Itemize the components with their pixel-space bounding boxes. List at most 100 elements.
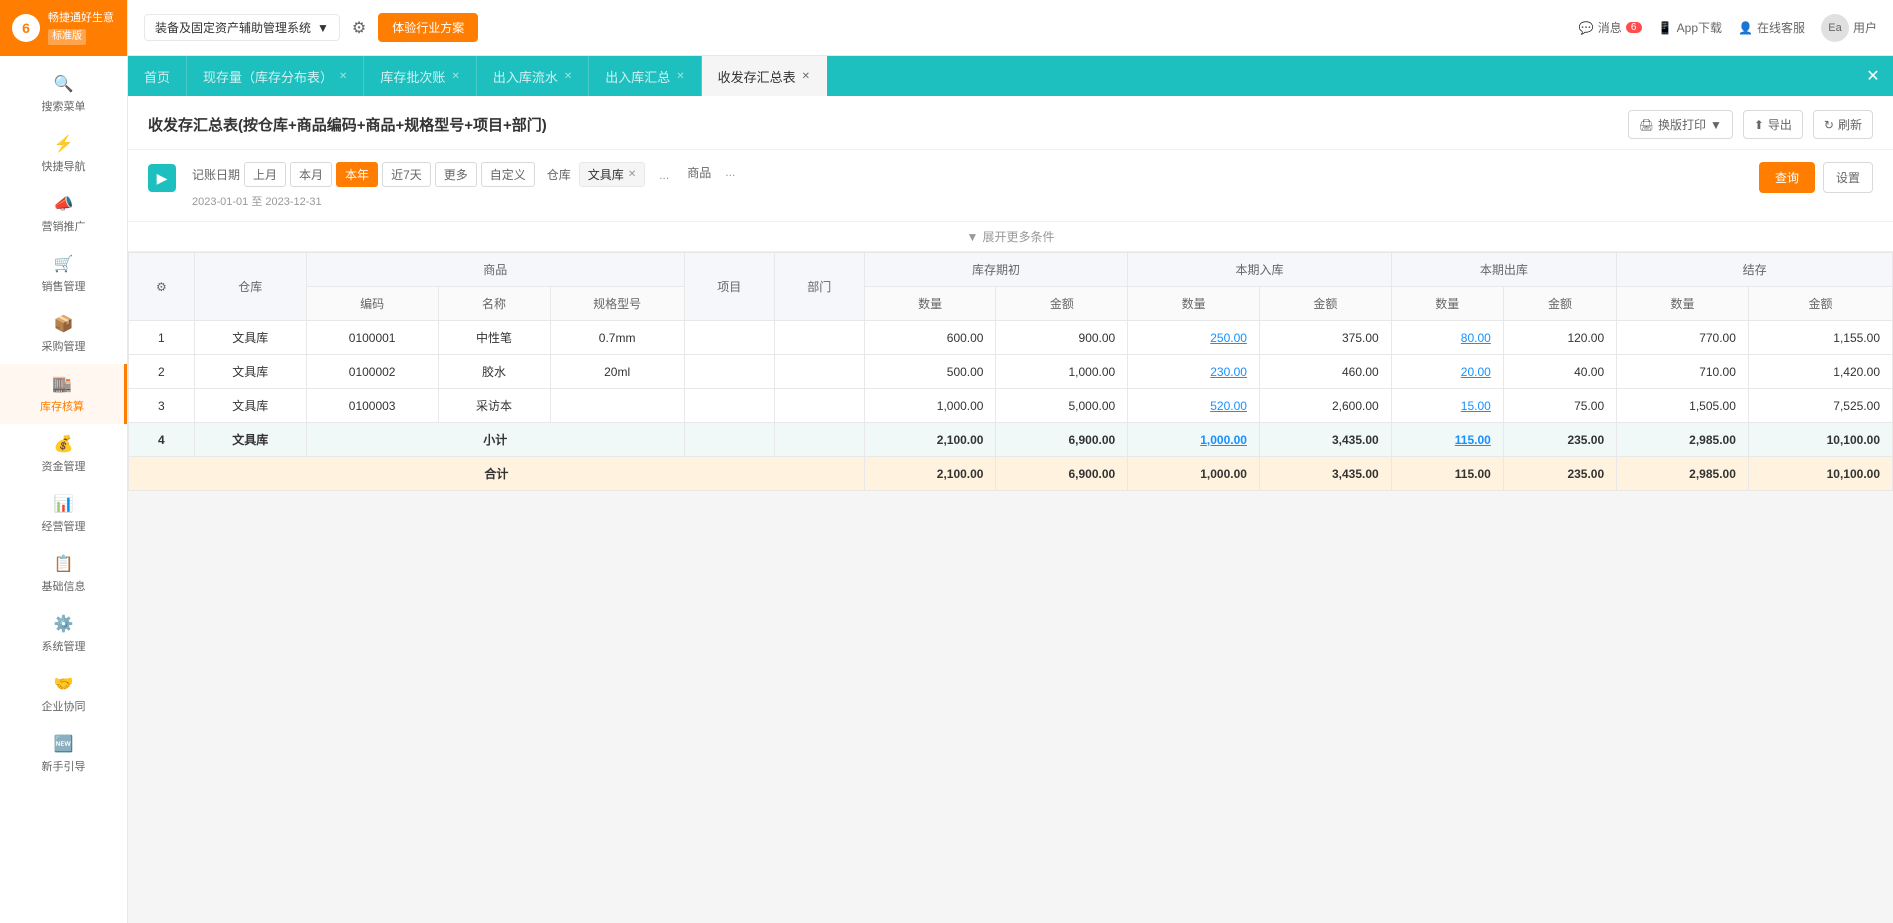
tab-close-icon[interactable]: ✕	[451, 71, 459, 82]
sidebar-item-quicknav[interactable]: ⚡ 快捷导航	[0, 124, 127, 184]
td-subtotal-out-qty[interactable]: 115.00	[1391, 423, 1503, 457]
sidebar-item-label: 资金管理	[42, 458, 86, 474]
td-total-in-amt: 3,435.00	[1259, 457, 1391, 491]
td-total-label: 合计	[129, 457, 865, 491]
td-subtotal-project	[684, 423, 774, 457]
sidebar-item-basic[interactable]: 📋 基础信息	[0, 544, 127, 604]
td-out-qty[interactable]: 20.00	[1391, 355, 1503, 389]
quicknav-icon: ⚡	[54, 134, 74, 154]
td-bal-amt: 7,525.00	[1748, 389, 1892, 423]
sidebar-item-system[interactable]: ⚙️ 系统管理	[0, 604, 127, 664]
tabbar-close-all[interactable]: ✕	[1853, 56, 1893, 96]
td-out-qty[interactable]: 15.00	[1391, 389, 1503, 423]
tab-home[interactable]: 首页	[128, 56, 187, 96]
sidebar-item-finance[interactable]: 💰 资金管理	[0, 424, 127, 484]
warehouse-remove-icon[interactable]: ✕	[628, 169, 636, 180]
sidebar-item-label: 采购管理	[42, 338, 86, 354]
sidebar-item-sales[interactable]: 🛒 销售管理	[0, 244, 127, 304]
tab-close-icon[interactable]: ✕	[676, 71, 684, 82]
expand-more-button[interactable]: ▼ 展开更多条件	[967, 228, 1055, 245]
page: 收发存汇总表(按仓库+商品编码+商品+规格型号+项目+部门) 🖨 换版打印 ▼ …	[128, 96, 1893, 491]
sidebar-item-search[interactable]: 🔍 搜索菜单	[0, 64, 127, 124]
td-out-amt: 40.00	[1503, 355, 1616, 389]
th-project: 项目	[684, 253, 774, 321]
sidebar-item-label: 企业协同	[42, 698, 86, 714]
tab-label: 库存批次账	[380, 67, 445, 86]
main-content: 装备及固定资产辅助管理系统 ▼ ⚙ 体验行业方案 💬 消息 6 📱 App下载 …	[128, 0, 1893, 923]
sidebar-item-enterprise[interactable]: 🤝 企业协同	[0, 664, 127, 724]
system-name-select[interactable]: 装备及固定资产辅助管理系统 ▼	[144, 14, 340, 41]
sidebar-item-guide[interactable]: 🆕 新手引导	[0, 724, 127, 784]
td-in-qty[interactable]: 230.00	[1128, 355, 1260, 389]
sidebar-item-label: 经营管理	[42, 518, 86, 534]
tab-close-icon[interactable]: ✕	[802, 71, 810, 82]
tab-recv-send-summary[interactable]: 收发存汇总表 ✕	[702, 56, 827, 96]
date-btn-7days[interactable]: 近7天	[382, 162, 431, 187]
filter-row: 记账日期 上月 本月 本年 近7天 更多 自定义 2023-01-01 至 20…	[192, 162, 1873, 209]
td-open-amt: 5,000.00	[996, 389, 1128, 423]
filter-expand-button[interactable]: ▶	[148, 164, 176, 192]
message-label: 消息	[1598, 19, 1622, 36]
filter-area: ▶ 记账日期 上月 本月 本年 近7天 更多 自定义	[128, 150, 1893, 222]
system-name-text: 装备及固定资产辅助管理系统	[155, 19, 311, 36]
td-in-qty[interactable]: 520.00	[1128, 389, 1260, 423]
td-open-amt: 900.00	[996, 321, 1128, 355]
sidebar-item-operation[interactable]: 📊 经营管理	[0, 484, 127, 544]
td-in-amt: 2,600.00	[1259, 389, 1391, 423]
service-label: 在线客服	[1757, 19, 1805, 36]
th-goods-spec: 规格型号	[550, 287, 684, 321]
date-btn-this-year[interactable]: 本年	[336, 162, 378, 187]
data-table: ⚙ 仓库 商品 项目 部门 库存期初 本期入库 本期出库 结存 编码	[128, 252, 1893, 491]
td-total-open-amt: 6,900.00	[996, 457, 1128, 491]
date-btn-more[interactable]: 更多	[435, 162, 477, 187]
sidebar-item-label: 搜索菜单	[42, 98, 86, 114]
filter-settings-button[interactable]: 设置	[1823, 162, 1873, 193]
print-button[interactable]: 🖨 换版打印 ▼	[1628, 110, 1733, 139]
sidebar-item-label: 新手引导	[42, 758, 86, 774]
print-label: 换版打印	[1658, 116, 1706, 133]
tab-inout-summary[interactable]: 出入库汇总 ✕	[589, 56, 701, 96]
sidebar-item-purchase[interactable]: 📦 采购管理	[0, 304, 127, 364]
user-menu[interactable]: Ea 用户	[1821, 14, 1877, 42]
app-download-button[interactable]: 📱 App下载	[1658, 19, 1722, 36]
td-bal-amt: 1,155.00	[1748, 321, 1892, 355]
filter-warehouse-value[interactable]: 文具库 ✕	[579, 162, 645, 187]
date-btn-last-month[interactable]: 上月	[244, 162, 286, 187]
td-spec	[550, 389, 684, 423]
td-total-out-qty: 115.00	[1391, 457, 1503, 491]
tab-batch[interactable]: 库存批次账 ✕	[364, 56, 476, 96]
sidebar-item-inventory[interactable]: 🏬 库存核算	[0, 364, 127, 424]
tab-close-icon[interactable]: ✕	[564, 71, 572, 82]
service-button[interactable]: 👤 在线客服	[1738, 19, 1805, 36]
td-subtotal-in-qty[interactable]: 1,000.00	[1128, 423, 1260, 457]
tab-label: 现存量（库存分布表）	[203, 67, 333, 86]
tab-inout-flow[interactable]: 出入库流水 ✕	[477, 56, 589, 96]
export-button[interactable]: ⬆ 导出	[1743, 110, 1803, 139]
tab-inventory-dist[interactable]: 现存量（库存分布表） ✕	[187, 56, 364, 96]
app-label: App下载	[1677, 19, 1722, 36]
sidebar-item-marketing[interactable]: 📣 营销推广	[0, 184, 127, 244]
tab-close-icon[interactable]: ✕	[339, 71, 347, 82]
goods-dots[interactable]: ...	[719, 162, 741, 182]
basic-icon: 📋	[54, 554, 74, 574]
td-code: 0100003	[306, 389, 438, 423]
date-btn-custom[interactable]: 自定义	[481, 162, 535, 187]
settings-icon[interactable]: ⚙	[352, 18, 366, 38]
experience-button[interactable]: 体验行业方案	[378, 13, 478, 42]
warehouse-dots[interactable]: ...	[653, 165, 675, 185]
td-out-qty[interactable]: 80.00	[1391, 321, 1503, 355]
date-btn-this-month[interactable]: 本月	[290, 162, 332, 187]
td-department	[774, 389, 864, 423]
td-in-qty[interactable]: 250.00	[1128, 321, 1260, 355]
th-settings[interactable]: ⚙	[129, 253, 195, 321]
th-balance: 结存	[1617, 253, 1893, 287]
td-code: 0100001	[306, 321, 438, 355]
query-button[interactable]: 查询	[1759, 162, 1815, 193]
td-subtotal-bal-amt: 10,100.00	[1748, 423, 1892, 457]
page-header: 收发存汇总表(按仓库+商品编码+商品+规格型号+项目+部门) 🖨 换版打印 ▼ …	[128, 96, 1893, 150]
message-button[interactable]: 💬 消息 6	[1579, 19, 1642, 36]
th-open-amt: 金额	[996, 287, 1128, 321]
th-bal-amt: 金额	[1748, 287, 1892, 321]
td-subtotal-out-amt: 235.00	[1503, 423, 1616, 457]
refresh-button[interactable]: ↻ 刷新	[1813, 110, 1873, 139]
